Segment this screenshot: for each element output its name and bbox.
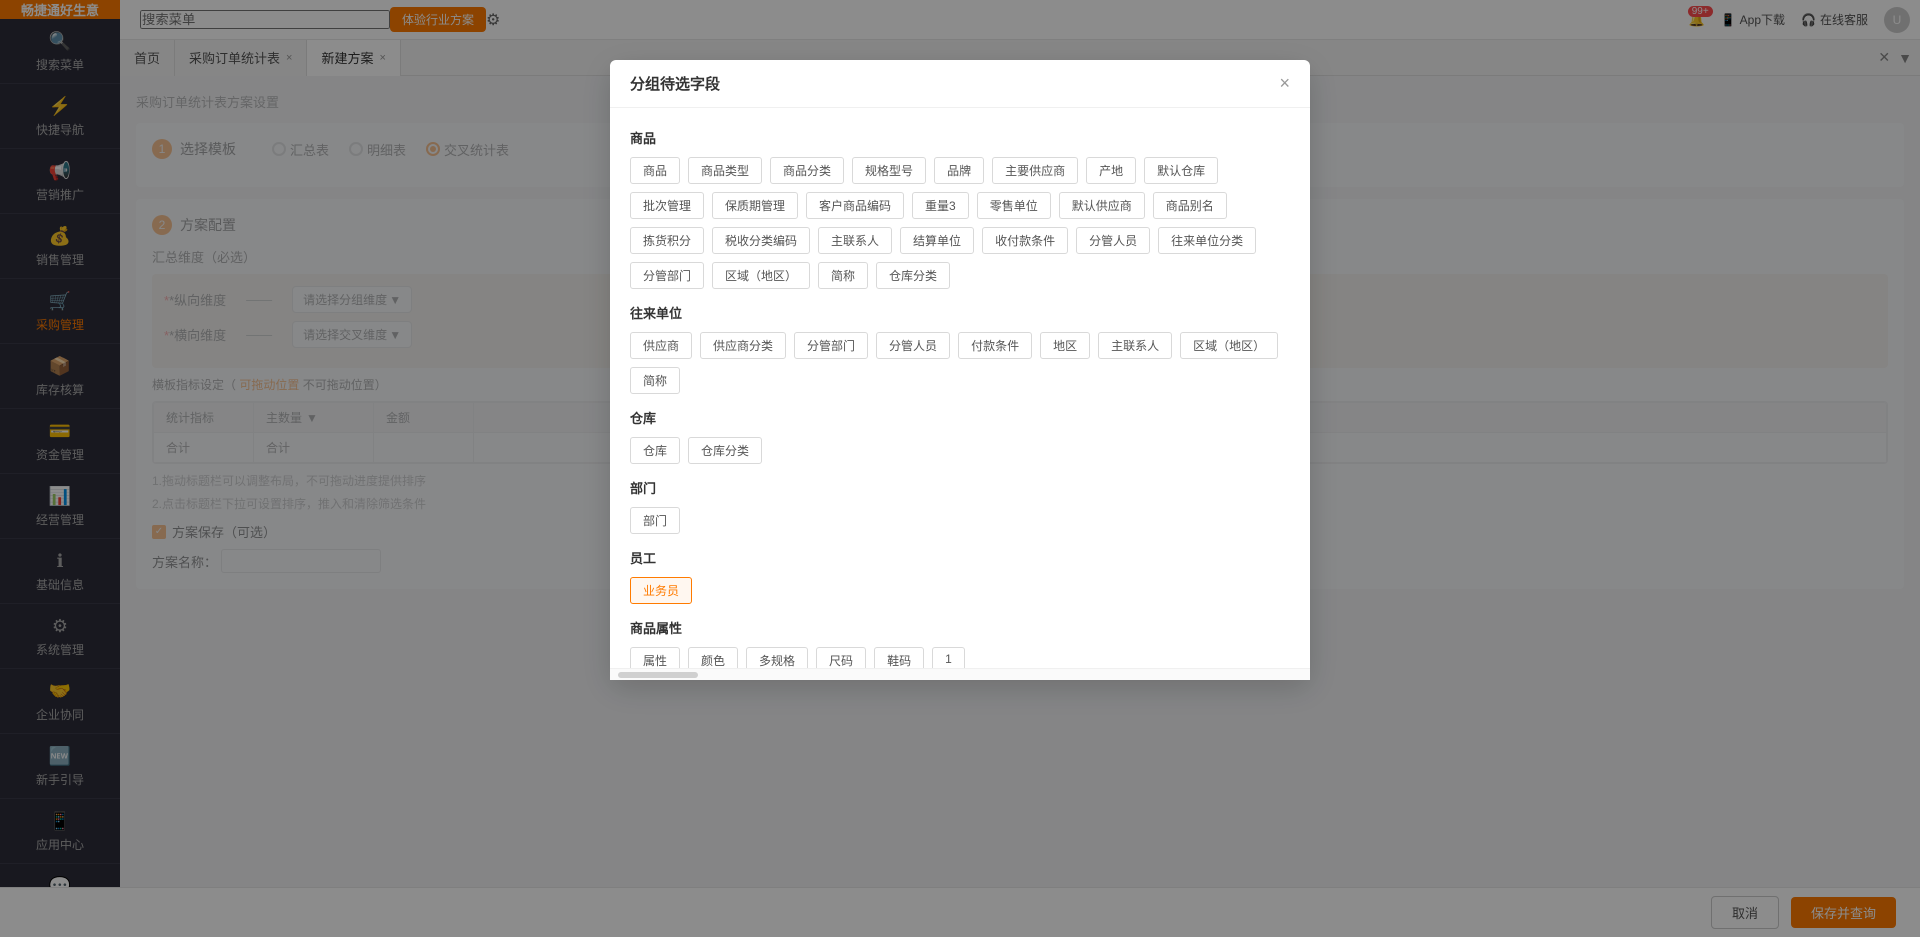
section-contacts-title: 往来单位 [630, 303, 1290, 322]
field-goods-category[interactable]: 商品分类 [770, 157, 844, 184]
modal-hscroll [610, 668, 1310, 680]
field-wh[interactable]: 仓库 [630, 437, 680, 464]
section-goods-fields: 商品 商品类型 商品分类 规格型号 品牌 主要供应商 产地 默认仓库 批次管理 … [630, 157, 1290, 289]
field-origin[interactable]: 产地 [1086, 157, 1136, 184]
section-contacts-fields: 供应商 供应商分类 分管部门 分管人员 付款条件 地区 主联系人 区域（地区） … [630, 332, 1290, 394]
field-contact-region[interactable]: 区域（地区） [1180, 332, 1278, 359]
field-default-warehouse[interactable]: 默认仓库 [1144, 157, 1218, 184]
field-main-contact[interactable]: 主联系人 [818, 227, 892, 254]
field-supplier-category[interactable]: 供应商分类 [700, 332, 786, 359]
field-weight3[interactable]: 重量3 [912, 192, 969, 219]
field-default-supplier[interactable]: 默认供应商 [1059, 192, 1145, 219]
field-expiry-mgmt[interactable]: 保质期管理 [712, 192, 798, 219]
field-color[interactable]: 颜色 [688, 647, 738, 668]
field-manager[interactable]: 分管人员 [1076, 227, 1150, 254]
field-spec-model[interactable]: 规格型号 [852, 157, 926, 184]
section-employee-title: 员工 [630, 548, 1290, 567]
field-source-unit-category[interactable]: 往来单位分类 [1158, 227, 1256, 254]
field-num1[interactable]: 1 [932, 647, 965, 668]
field-customer-code[interactable]: 客户商品编码 [806, 192, 904, 219]
field-main-supplier[interactable]: 主要供应商 [992, 157, 1078, 184]
field-multi-spec[interactable]: 多规格 [746, 647, 808, 668]
field-payment-terms[interactable]: 收付款条件 [982, 227, 1068, 254]
modal-close-button[interactable]: × [1279, 73, 1290, 94]
field-goods[interactable]: 商品 [630, 157, 680, 184]
field-retail-unit[interactable]: 零售单位 [977, 192, 1051, 219]
field-contact-manager[interactable]: 分管人员 [876, 332, 950, 359]
section-goods-attr-fields: 属性 颜色 多规格 尺码 鞋码 1 [630, 647, 1290, 668]
field-goods-alias[interactable]: 商品别名 [1153, 192, 1227, 219]
horizontal-scrollbar[interactable] [618, 672, 698, 678]
section-dept-title: 部门 [630, 478, 1290, 497]
field-supplier[interactable]: 供应商 [630, 332, 692, 359]
modal-overlay: 分组待选字段 × 商品 商品 商品类型 商品分类 规格型号 品牌 主要供应商 产… [0, 0, 1920, 937]
field-settle-unit[interactable]: 结算单位 [900, 227, 974, 254]
section-goods-attr-title: 商品属性 [630, 618, 1290, 637]
field-shoe-code[interactable]: 鞋码 [874, 647, 924, 668]
modal-body: 商品 商品 商品类型 商品分类 规格型号 品牌 主要供应商 产地 默认仓库 批次… [610, 108, 1310, 668]
field-warehouse-category[interactable]: 仓库分类 [876, 262, 950, 289]
modal-title: 分组待选字段 [630, 73, 720, 94]
section-dept-fields: 部门 [630, 507, 1290, 534]
field-salesperson[interactable]: 业务员 [630, 577, 692, 604]
section-goods-title: 商品 [630, 128, 1290, 147]
field-payment-cond[interactable]: 付款条件 [958, 332, 1032, 359]
field-short-name[interactable]: 简称 [818, 262, 868, 289]
field-wh-category[interactable]: 仓库分类 [688, 437, 762, 464]
field-dept[interactable]: 部门 [630, 507, 680, 534]
field-contact-main[interactable]: 主联系人 [1098, 332, 1172, 359]
field-brand[interactable]: 品牌 [934, 157, 984, 184]
modal-header: 分组待选字段 × [610, 60, 1310, 108]
modal: 分组待选字段 × 商品 商品 商品类型 商品分类 规格型号 品牌 主要供应商 产… [610, 60, 1310, 680]
field-contact-dept[interactable]: 分管部门 [794, 332, 868, 359]
field-attr[interactable]: 属性 [630, 647, 680, 668]
field-area[interactable]: 地区 [1040, 332, 1090, 359]
field-tax-code[interactable]: 税收分类编码 [712, 227, 810, 254]
field-size[interactable]: 尺码 [816, 647, 866, 668]
section-warehouse-title: 仓库 [630, 408, 1290, 427]
field-contact-short[interactable]: 简称 [630, 367, 680, 394]
section-warehouse-fields: 仓库 仓库分类 [630, 437, 1290, 464]
field-pick-score[interactable]: 拣货积分 [630, 227, 704, 254]
field-manage-dept[interactable]: 分管部门 [630, 262, 704, 289]
field-batch-mgmt[interactable]: 批次管理 [630, 192, 704, 219]
section-employee-fields: 业务员 [630, 577, 1290, 604]
field-region[interactable]: 区域（地区） [712, 262, 810, 289]
field-goods-type[interactable]: 商品类型 [688, 157, 762, 184]
